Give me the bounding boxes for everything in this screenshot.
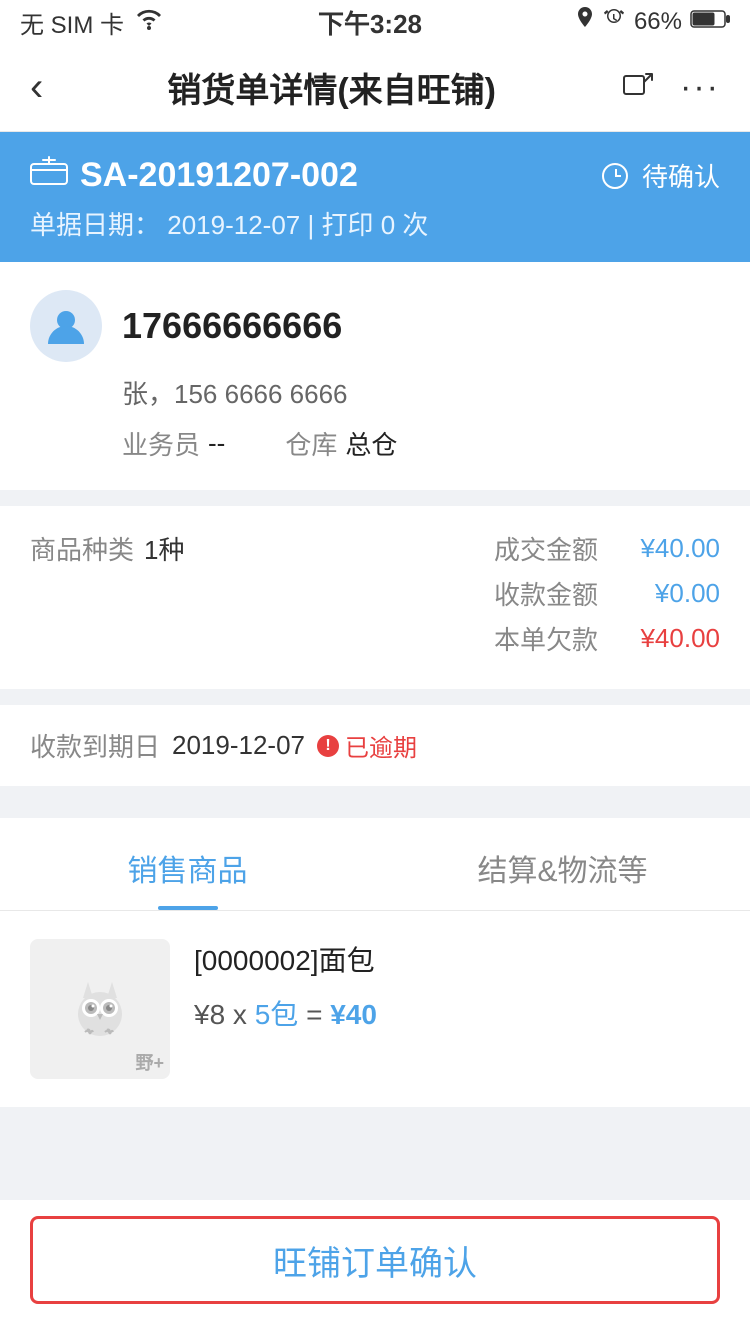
received-value: ¥0.00 <box>610 578 720 609</box>
order-box-icon <box>30 156 68 195</box>
due-date: 2019-12-07 <box>172 730 305 761</box>
product-qty: 5包 <box>255 999 299 1030</box>
order-date-row: 单据日期： 2019-12-07 | 打印 0 次 <box>30 205 720 242</box>
received-label: 收款金额 <box>494 575 598 612</box>
status-bar: 无 SIM 卡 下午3:28 66% <box>0 0 750 44</box>
divider-1 <box>0 802 750 818</box>
product-card: 野+ [0000002]面包 ¥8 x 5包 = ¥40 <box>0 911 750 1107</box>
due-label: 收款到期日 <box>30 727 160 764</box>
summary-right: 成交金额 ¥40.00 收款金额 ¥0.00 本单欠款 ¥40.00 <box>494 530 720 665</box>
owed-label: 本单欠款 <box>494 620 598 657</box>
tab-sales-products[interactable]: 销售商品 <box>0 818 375 910</box>
clock-icon <box>602 163 628 189</box>
wifi-icon <box>134 8 164 37</box>
overdue-text: 已逾期 <box>345 728 417 763</box>
owed-value: ¥40.00 <box>610 623 720 654</box>
nav-bar: ‹ 销货单详情(来自旺铺) ··· <box>0 44 750 132</box>
category-label: 商品种类 <box>30 530 134 567</box>
product-info: [0000002]面包 ¥8 x 5包 = ¥40 <box>194 939 720 1033</box>
tab-settlement-logistics[interactable]: 结算&物流等 <box>375 818 750 910</box>
bottom-bar: 旺铺订单确认 <box>0 1200 750 1334</box>
due-section: 收款到期日 2019-12-07 ! 已逾期 <box>0 705 750 786</box>
avatar <box>30 290 102 362</box>
page-title: 销货单详情(来自旺铺) <box>167 63 496 112</box>
order-id-row: SA-20191207-002 <box>30 156 358 195</box>
summary-section: 商品种类 1种 成交金额 ¥40.00 收款金额 ¥0.00 本单欠款 ¥40.… <box>0 506 750 689</box>
status-text: 待确认 <box>642 157 720 194</box>
warehouse-value: 总仓 <box>345 425 397 462</box>
print-unit: 次 <box>402 210 428 240</box>
warehouse-label: 仓库 <box>285 425 337 462</box>
customer-name: 张，156 6666 6666 <box>30 374 720 411</box>
salesman-value: -- <box>208 428 225 459</box>
alarm-icon <box>602 7 626 38</box>
customer-section: 17666666666 张，156 6666 6666 业务员 -- 仓库 总仓 <box>0 262 750 490</box>
status-right: 66% <box>576 7 730 38</box>
battery-icon <box>690 8 730 36</box>
product-name-text: 面包 <box>319 945 375 976</box>
status-time: 下午3:28 <box>318 4 422 41</box>
order-date: 2019-12-07 <box>167 210 300 240</box>
amount-value: ¥40.00 <box>610 533 720 564</box>
order-id-text: SA-20191207-002 <box>80 156 358 195</box>
product-thumbnail: 野+ <box>30 939 170 1079</box>
product-equals: = <box>306 999 330 1030</box>
product-name: [0000002]面包 <box>194 939 720 979</box>
customer-meta: 业务员 -- 仓库 总仓 <box>30 425 720 462</box>
product-price: ¥8 x <box>194 999 255 1030</box>
salesman-label: 业务员 <box>122 425 200 462</box>
carrier-label: 无 SIM 卡 <box>20 5 124 40</box>
customer-phone: 17666666666 <box>122 305 342 347</box>
share-icon[interactable] <box>620 66 656 109</box>
print-count: 0 <box>381 210 395 240</box>
battery-label: 66% <box>634 8 682 36</box>
print-label: | 打印 <box>307 210 380 240</box>
date-label: 单据日期： <box>30 210 160 240</box>
product-total: ¥40 <box>330 999 377 1030</box>
status-left: 无 SIM 卡 <box>20 5 164 40</box>
back-button[interactable]: ‹ <box>30 65 43 110</box>
confirm-order-button[interactable]: 旺铺订单确认 <box>30 1216 720 1304</box>
location-icon <box>576 7 594 38</box>
overdue-dot-icon: ! <box>317 735 339 757</box>
more-icon[interactable]: ··· <box>680 68 720 107</box>
customer-top: 17666666666 <box>30 290 720 362</box>
product-price-row: ¥8 x 5包 = ¥40 <box>194 993 720 1033</box>
overdue-badge: ! 已逾期 <box>317 728 417 763</box>
nav-icons: ··· <box>620 66 720 109</box>
category-value: 1种 <box>144 530 184 567</box>
amount-label: 成交金额 <box>494 530 598 567</box>
product-code: [0000002] <box>194 945 319 976</box>
order-header: SA-20191207-002 待确认 单据日期： 2019-12-07 | 打… <box>0 132 750 262</box>
tabs: 销售商品 结算&物流等 <box>0 818 750 911</box>
order-status: 待确认 <box>602 157 720 194</box>
summary-left: 商品种类 1种 <box>30 530 184 567</box>
